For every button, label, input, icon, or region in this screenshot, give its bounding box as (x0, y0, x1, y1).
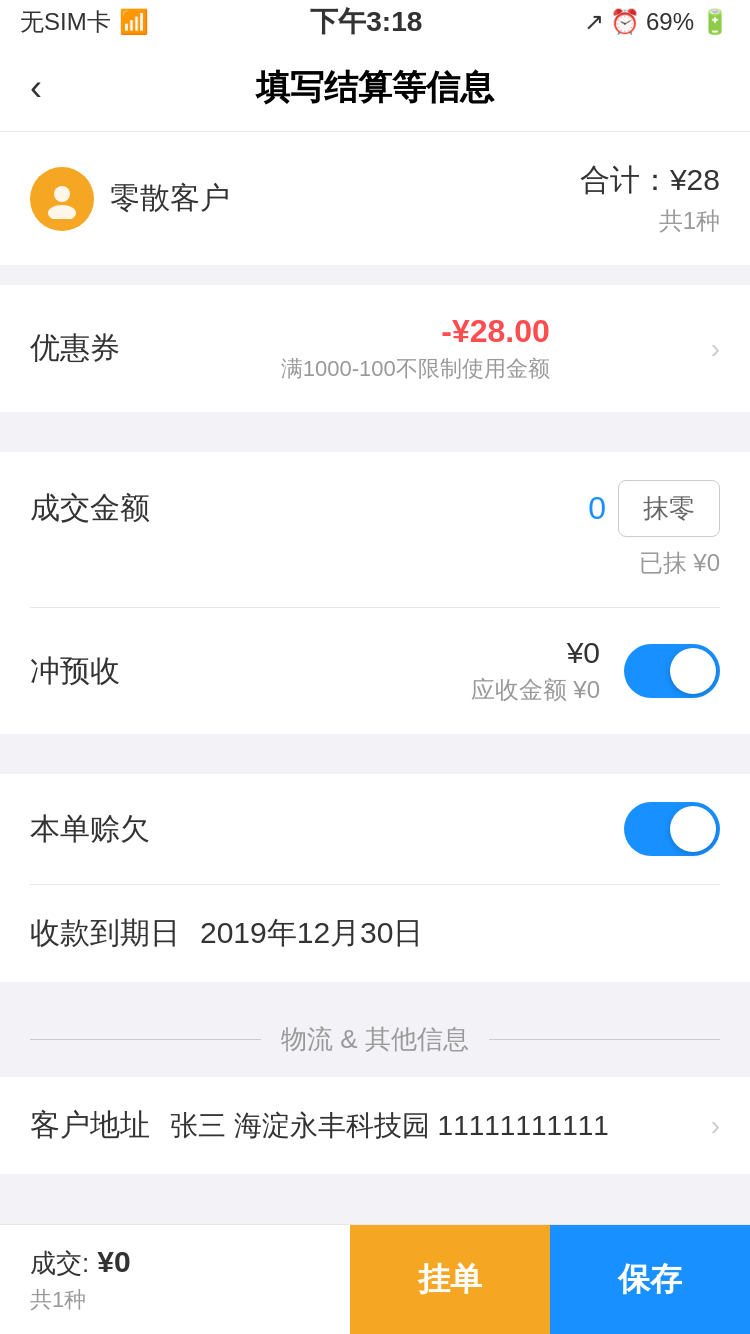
deal-amount-card: 成交金额 抹零 已抹 ¥0 冲预收 ¥0 应收金额 ¥0 (0, 452, 750, 734)
credit-row: 本单赊欠 (30, 802, 720, 856)
alarm-icon: ⏰ (610, 8, 640, 36)
address-label: 客户地址 (30, 1105, 150, 1146)
customer-avatar (30, 167, 94, 231)
coupon-chevron: › (711, 333, 720, 365)
prepay-right: ¥0 应收金额 ¥0 (471, 636, 720, 706)
prepay-values: ¥0 应收金额 ¥0 (471, 636, 600, 706)
hold-button[interactable]: 挂单 (350, 1225, 550, 1334)
deal-amount-label: 成交金额 (30, 488, 150, 529)
coupon-label: 优惠券 (30, 328, 120, 369)
coupon-row[interactable]: 优惠券 -¥28.00 满1000-100不限制使用金额 › (0, 285, 750, 412)
deal-amount-section: 成交金额 抹零 已抹 ¥0 (0, 452, 750, 607)
logistics-header-text: 物流 & 其他信息 (281, 1022, 469, 1057)
bottom-bar: 成交: ¥0 共1种 挂单 保存 (0, 1224, 750, 1334)
logistics-section-header: 物流 & 其他信息 (0, 1002, 750, 1077)
section-divider-2 (0, 754, 750, 774)
customer-count: 共1种 (580, 205, 720, 237)
credit-label: 本单赊欠 (30, 809, 150, 850)
round-button[interactable]: 抹零 (618, 480, 720, 537)
due-date-label: 收款到期日 (30, 913, 180, 954)
address-row[interactable]: 客户地址 张三 海淀永丰科技园 11111111111 › (0, 1077, 750, 1174)
customer-row: 零散客户 合计：¥28 共1种 (0, 132, 750, 265)
svg-point-0 (54, 186, 70, 202)
deal-amount-input[interactable] (486, 490, 606, 527)
due-date-row[interactable]: 收款到期日 2019年12月30日 (0, 885, 750, 982)
customer-left: 零散客户 (30, 167, 230, 231)
credit-toggle-knob (670, 806, 716, 852)
deal-amount-sub: 已抹 ¥0 (30, 547, 720, 579)
prepay-row: 冲预收 ¥0 应收金额 ¥0 (30, 636, 720, 706)
battery-icon: 🔋 (700, 8, 730, 36)
page-title: 填写结算等信息 (256, 65, 494, 111)
status-right: ↗ ⏰ 69% 🔋 (584, 8, 730, 36)
prepay-label: 冲预收 (30, 651, 120, 692)
customer-card: 零散客户 合计：¥28 共1种 (0, 132, 750, 265)
status-bar: 无SIM卡 📶 下午3:18 ↗ ⏰ 69% 🔋 (0, 0, 750, 44)
main-content: 零散客户 合计：¥28 共1种 优惠券 -¥28.00 满1000-100不限制… (0, 132, 750, 1304)
deal-amount-row: 成交金额 抹零 (30, 480, 720, 537)
svg-point-1 (48, 205, 76, 219)
prepay-toggle[interactable] (624, 644, 720, 698)
coupon-card[interactable]: 优惠券 -¥28.00 满1000-100不限制使用金额 › (0, 285, 750, 412)
address-chevron: › (711, 1110, 720, 1142)
address-card[interactable]: 客户地址 张三 海淀永丰科技园 11111111111 › (0, 1077, 750, 1174)
prepay-sub: 应收金额 ¥0 (471, 674, 600, 706)
prepay-value: ¥0 (471, 636, 600, 670)
battery-text: 69% (646, 8, 694, 36)
customer-total: 合计：¥28 (580, 160, 720, 201)
credit-toggle[interactable] (624, 802, 720, 856)
carrier-text: 无SIM卡 (20, 6, 111, 38)
bottom-count: 共1种 (30, 1285, 320, 1315)
customer-summary: 合计：¥28 共1种 (580, 160, 720, 237)
due-date-value: 2019年12月30日 (200, 913, 423, 954)
bottom-deal-label: 成交: (30, 1246, 89, 1281)
prepay-section: 冲预收 ¥0 应收金额 ¥0 (0, 608, 750, 734)
header-line-left (30, 1039, 261, 1040)
section-divider-1 (0, 432, 750, 452)
bottom-info: 成交: ¥0 共1种 (0, 1225, 350, 1334)
bottom-amount: ¥0 (97, 1245, 130, 1279)
header-line-right (489, 1039, 720, 1040)
prepay-toggle-knob (670, 648, 716, 694)
coupon-desc: 满1000-100不限制使用金额 (281, 354, 550, 384)
status-left: 无SIM卡 📶 (20, 6, 149, 38)
coupon-right: -¥28.00 满1000-100不限制使用金额 (281, 313, 550, 384)
credit-section: 本单赊欠 (0, 774, 750, 884)
coupon-amount: -¥28.00 (281, 313, 550, 350)
deal-amount-right: 抹零 (486, 480, 720, 537)
wifi-icon: 📶 (119, 8, 149, 36)
credit-card: 本单赊欠 收款到期日 2019年12月30日 (0, 774, 750, 982)
location-icon: ↗ (584, 8, 604, 36)
customer-name: 零散客户 (110, 178, 230, 219)
nav-bar: ‹ 填写结算等信息 (0, 44, 750, 132)
address-value: 张三 海淀永丰科技园 11111111111 (170, 1107, 711, 1145)
back-button[interactable]: ‹ (30, 67, 42, 109)
save-button[interactable]: 保存 (550, 1225, 750, 1334)
status-time: 下午3:18 (310, 3, 422, 41)
